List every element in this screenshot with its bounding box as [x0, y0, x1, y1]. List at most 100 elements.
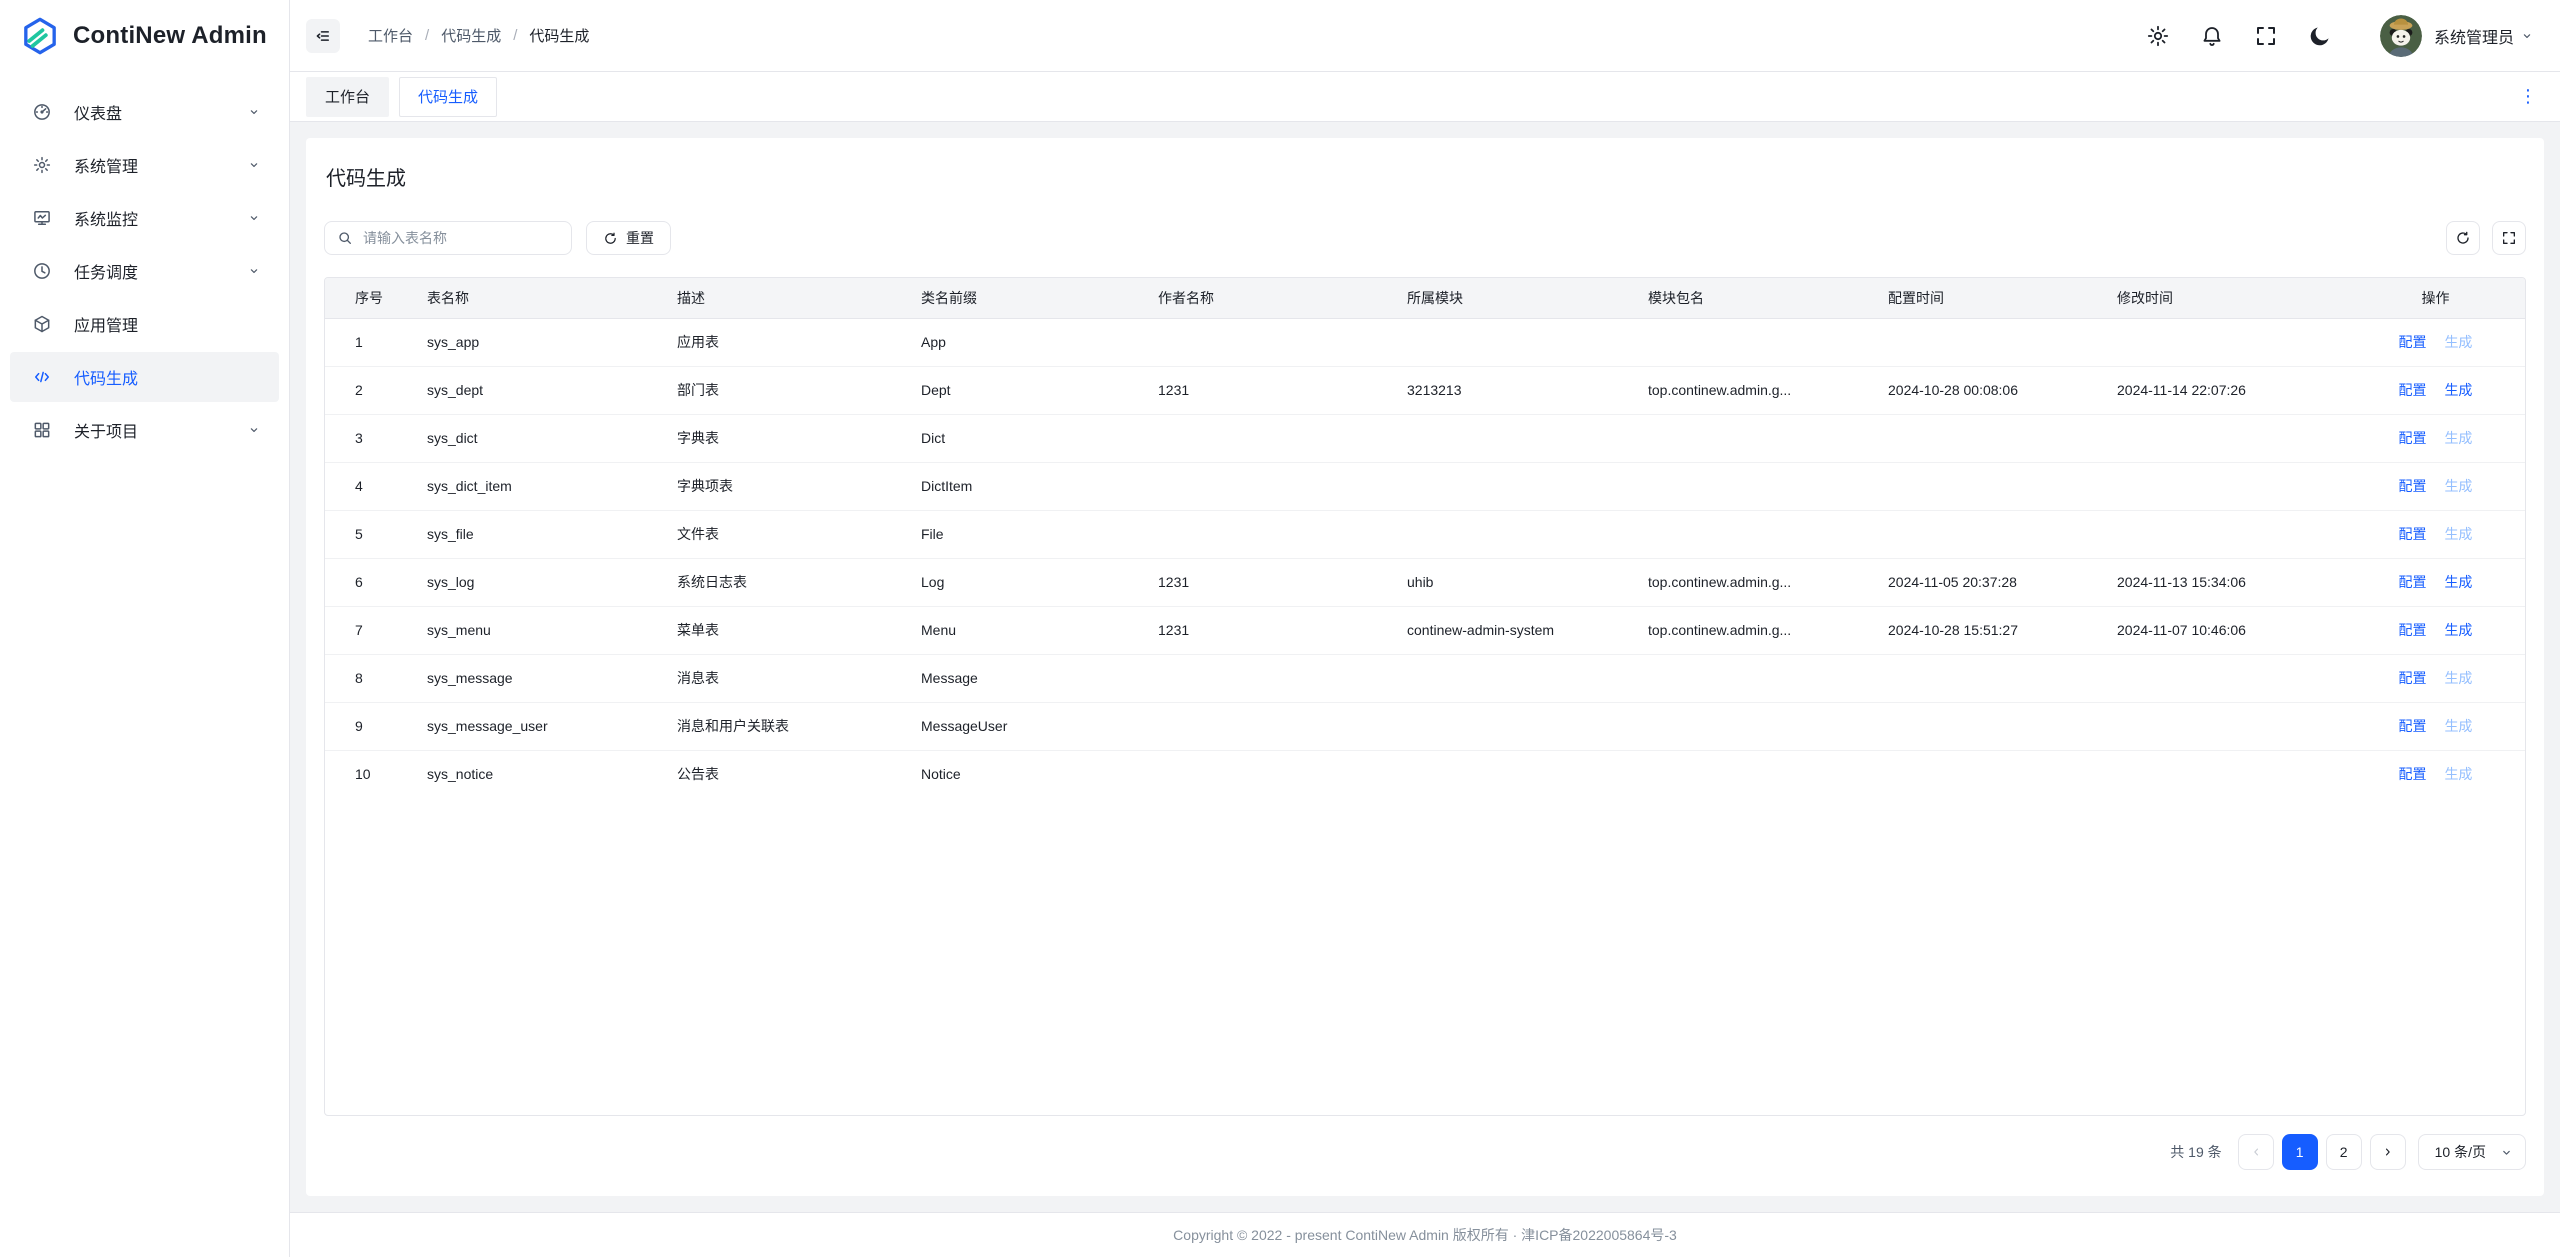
breadcrumb-item[interactable]: 工作台: [368, 25, 413, 46]
tab[interactable]: 工作台: [306, 77, 389, 117]
sidebar-item-code[interactable]: 代码生成: [10, 352, 279, 402]
cell-package: [1632, 318, 1872, 366]
column-header: 描述: [661, 278, 905, 318]
cell-package: [1632, 702, 1872, 750]
sidebar-item-gauge[interactable]: 仪表盘: [10, 87, 279, 137]
cell-description: 系统日志表: [661, 558, 905, 606]
user-menu[interactable]: 系统管理员: [2380, 15, 2534, 57]
sidebar-item-monitor[interactable]: 系统监控: [10, 193, 279, 243]
sidebar-item-grid[interactable]: 关于项目: [10, 405, 279, 455]
sidebar-item-label: 任务调度: [74, 259, 247, 283]
configure-link[interactable]: 配置: [2399, 334, 2427, 350]
generate-link[interactable]: 生成: [2444, 574, 2472, 590]
cell-package: [1632, 750, 1872, 798]
generate-link[interactable]: 生成: [2444, 334, 2472, 350]
topbar-actions: 系统管理员: [2146, 15, 2534, 57]
column-header: 配置时间: [1872, 278, 2101, 318]
configure-link[interactable]: 配置: [2399, 718, 2427, 734]
generation-table: 序号表名称描述类名前缀作者名称所属模块模块包名配置时间修改时间操作 1 sys_…: [324, 277, 2526, 1116]
page-title: 代码生成: [326, 162, 2526, 191]
configure-link[interactable]: 配置: [2399, 670, 2427, 686]
app-title: ContiNew Admin: [73, 22, 267, 50]
generate-link[interactable]: 生成: [2444, 622, 2472, 638]
sidebar-item-cube[interactable]: 应用管理: [10, 299, 279, 349]
cell-no: 6: [325, 558, 411, 606]
search-input[interactable]: [363, 230, 559, 246]
page-size-select[interactable]: 10 条/页: [2418, 1134, 2526, 1170]
sidebar-item-clock[interactable]: 任务调度: [10, 246, 279, 296]
sidebar-item-label: 仪表盘: [74, 100, 247, 124]
cell-actions: 配置 生成: [2346, 510, 2525, 558]
cell-module: continew-admin-system: [1391, 606, 1632, 654]
configure-link[interactable]: 配置: [2399, 526, 2427, 542]
cell-table-name: sys_dept: [411, 366, 661, 414]
cell-config-time: 2024-10-28 00:08:06: [1872, 366, 2101, 414]
fullscreen-icon: [2501, 230, 2517, 246]
refresh-icon: [603, 231, 618, 246]
generate-link[interactable]: 生成: [2444, 718, 2472, 734]
generate-link[interactable]: 生成: [2444, 670, 2472, 686]
cell-config-time: [1872, 510, 2101, 558]
cell-no: 3: [325, 414, 411, 462]
user-name: 系统管理员: [2434, 24, 2514, 48]
cell-author: [1142, 654, 1391, 702]
cell-config-time: 2024-11-05 20:37:28: [1872, 558, 2101, 606]
table-row: 5 sys_file 文件表 File 配置 生成: [325, 510, 2525, 558]
cell-update-time: [2101, 750, 2346, 798]
table-name-search[interactable]: [324, 221, 572, 255]
configure-link[interactable]: 配置: [2399, 622, 2427, 638]
cell-module: [1391, 702, 1632, 750]
refresh-table-button[interactable]: [2446, 221, 2480, 255]
cell-class-prefix: DictItem: [905, 462, 1142, 510]
generate-link[interactable]: 生成: [2444, 766, 2472, 782]
cell-config-time: 2024-10-28 15:51:27: [1872, 606, 2101, 654]
reset-button[interactable]: 重置: [586, 221, 671, 255]
table-fullscreen-button[interactable]: [2492, 221, 2526, 255]
dark-mode-moon-icon[interactable]: [2308, 24, 2332, 48]
previous-page-button[interactable]: [2238, 1134, 2274, 1170]
cell-author: 1231: [1142, 558, 1391, 606]
breadcrumb-item-current: 代码生成: [529, 25, 589, 46]
cell-config-time: [1872, 750, 2101, 798]
app-logo-row[interactable]: ContiNew Admin: [0, 0, 289, 72]
configure-link[interactable]: 配置: [2399, 382, 2427, 398]
next-page-button[interactable]: [2370, 1134, 2406, 1170]
cell-package: top.continew.admin.g...: [1632, 558, 1872, 606]
copyright-text: Copyright © 2022 - present ContiNew Admi…: [1173, 1225, 1677, 1245]
cell-no: 1: [325, 318, 411, 366]
search-icon: [337, 230, 353, 246]
generate-link[interactable]: 生成: [2444, 526, 2472, 542]
page-button-1[interactable]: 1: [2282, 1134, 2318, 1170]
sidebar-item-label: 代码生成: [74, 365, 265, 389]
cell-config-time: [1872, 318, 2101, 366]
cell-module: [1391, 318, 1632, 366]
tab-more-button[interactable]: ⋮: [2513, 86, 2544, 107]
cell-update-time: 2024-11-14 22:07:26: [2101, 366, 2346, 414]
cell-table-name: sys_dict: [411, 414, 661, 462]
cell-author: 1231: [1142, 606, 1391, 654]
notification-bell-icon[interactable]: [2200, 24, 2224, 48]
generate-link[interactable]: 生成: [2444, 478, 2472, 494]
generate-link[interactable]: 生成: [2444, 430, 2472, 446]
tab[interactable]: 代码生成: [399, 77, 497, 117]
grid-icon: [32, 420, 52, 440]
page-button-2[interactable]: 2: [2326, 1134, 2362, 1170]
configure-link[interactable]: 配置: [2399, 430, 2427, 446]
cell-update-time: [2101, 318, 2346, 366]
cell-author: [1142, 462, 1391, 510]
configure-link[interactable]: 配置: [2399, 766, 2427, 782]
generate-link[interactable]: 生成: [2444, 382, 2472, 398]
page-size-value: 10 条/页: [2435, 1142, 2486, 1162]
sidebar-item-gear[interactable]: 系统管理: [10, 140, 279, 190]
table-row: 7 sys_menu 菜单表 Menu 1231 continew-admin-…: [325, 606, 2525, 654]
configure-link[interactable]: 配置: [2399, 574, 2427, 590]
breadcrumb: 工作台 / 代码生成 / 代码生成: [368, 25, 589, 46]
fullscreen-icon[interactable]: [2254, 24, 2278, 48]
column-header: 修改时间: [2101, 278, 2346, 318]
breadcrumb-item[interactable]: 代码生成: [441, 25, 501, 46]
settings-icon[interactable]: [2146, 24, 2170, 48]
configure-link[interactable]: 配置: [2399, 478, 2427, 494]
tab-label: 工作台: [325, 86, 370, 107]
menu-fold-icon: [314, 27, 332, 45]
menu-collapse-button[interactable]: [306, 19, 340, 53]
